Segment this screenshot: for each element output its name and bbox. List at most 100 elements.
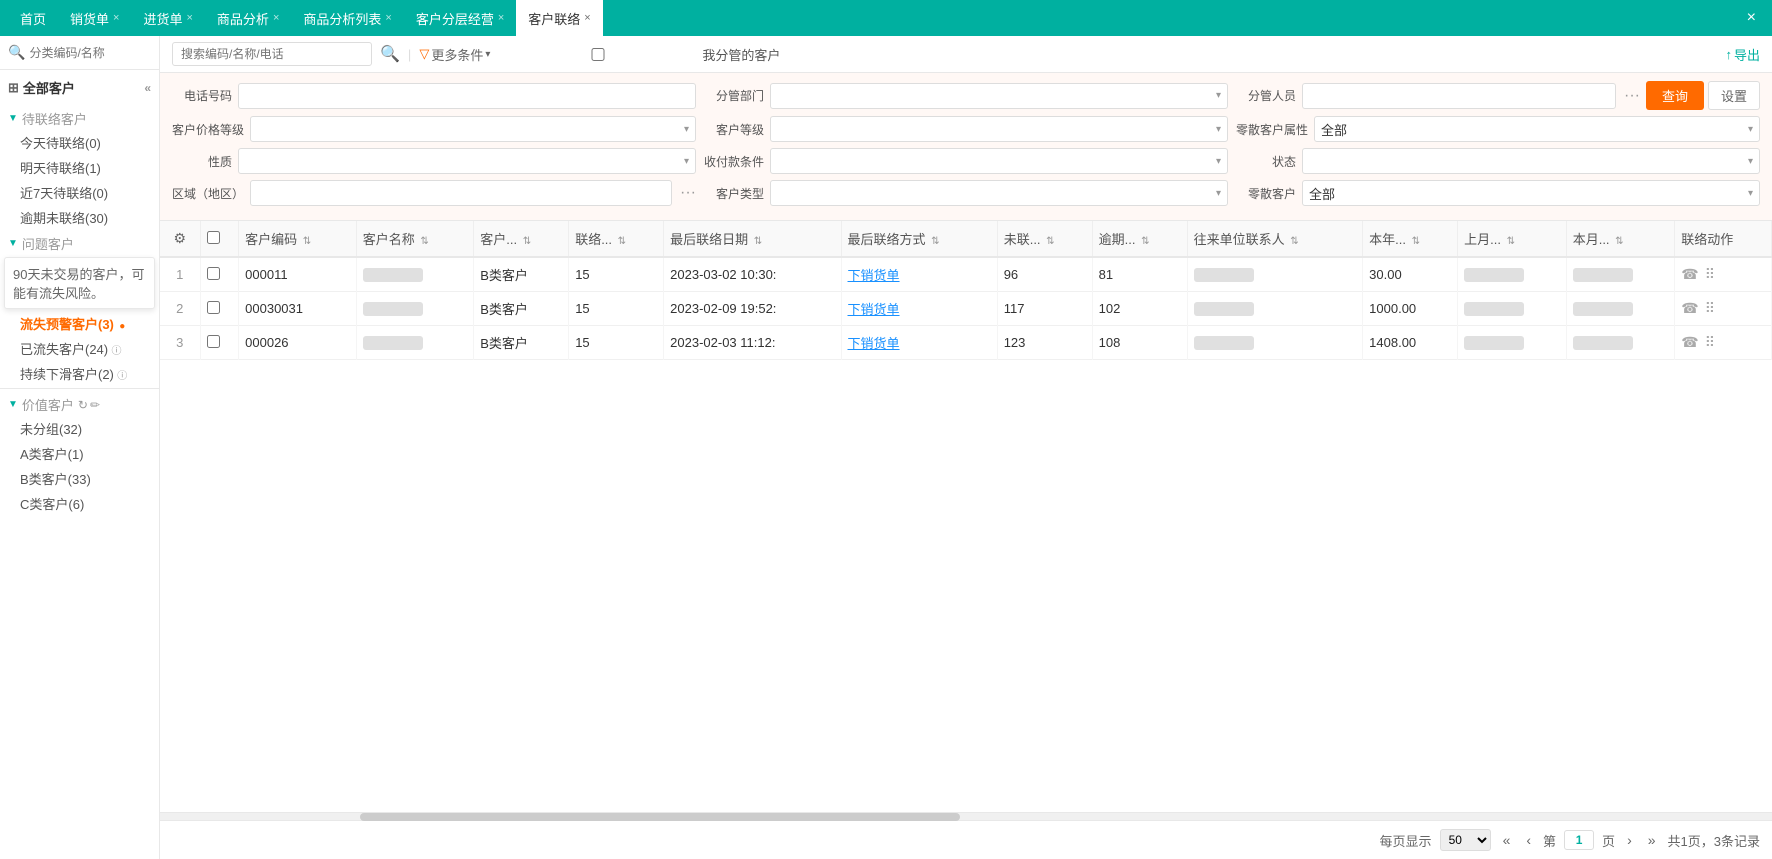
more-icon-2[interactable]: ⠿ (1705, 334, 1715, 351)
col-not-contact[interactable]: 未联... ⇅ (997, 221, 1092, 257)
search-input[interactable] (172, 42, 372, 66)
query-button[interactable]: 查询 (1646, 81, 1704, 110)
col-contact[interactable]: 联络... ⇅ (569, 221, 664, 257)
region-input[interactable] (250, 180, 672, 206)
sidebar-all-customers[interactable]: ⊞ 全部客户 « (0, 70, 159, 105)
dept-select[interactable]: ▾ (770, 83, 1228, 109)
col-this-month[interactable]: 本月... ⇅ (1566, 221, 1675, 257)
cell-last-method[interactable]: 下销货单 (841, 257, 997, 292)
page-input[interactable] (1564, 830, 1594, 850)
close-customer-tier[interactable]: × (498, 12, 504, 24)
status-select[interactable]: ▾ (1302, 148, 1760, 174)
edit-icon[interactable]: ✏ (90, 398, 100, 412)
scroll-thumb[interactable] (360, 813, 960, 821)
close-product-analysis[interactable]: × (273, 12, 279, 24)
contact-icon-1[interactable]: ☎ (1681, 300, 1698, 317)
sidebar-group-pending-contact[interactable]: ▼ 待联络客户 (0, 105, 159, 130)
more-icon-1[interactable]: ⠿ (1705, 300, 1715, 317)
col-this-year[interactable]: 本年... ⇅ (1363, 221, 1458, 257)
nature-select[interactable]: ▾ (238, 148, 696, 174)
phone-input[interactable] (238, 83, 696, 109)
more-icon-0[interactable]: ⠿ (1705, 266, 1715, 283)
sidebar-item-today-contact[interactable]: 今天待联络(0) (0, 130, 159, 155)
col-overdue[interactable]: 逾期... ⇅ (1092, 221, 1187, 257)
my-customers-checkbox[interactable]: 我分管的客户 (498, 45, 780, 64)
sidebar-group-value-customers[interactable]: ▼ 价值客户 ↻ ✏ (0, 391, 159, 416)
contact-icon-0[interactable]: ☎ (1681, 266, 1698, 283)
my-customers-check[interactable] (498, 48, 698, 61)
close-sales-order[interactable]: × (113, 12, 119, 24)
next-page-button[interactable]: › (1623, 830, 1636, 850)
customer-type-label: 客户类型 (704, 185, 764, 202)
row-checkbox-0[interactable] (207, 267, 220, 280)
sidebar-item-7day-contact[interactable]: 近7天待联络(0) (0, 180, 159, 205)
customer-tier-select[interactable]: ▾ (770, 116, 1228, 142)
col-this-year-label: 本年... (1369, 232, 1406, 247)
close-all-button[interactable]: × (1739, 9, 1764, 27)
row-checkbox-2[interactable] (207, 335, 220, 348)
cell-overdue: 81 (1092, 257, 1187, 292)
close-customer-contact[interactable]: × (584, 12, 590, 24)
nav-customer-contact[interactable]: 客户联络 × (516, 0, 602, 36)
refresh-icon[interactable]: ↻ (78, 398, 88, 412)
contact-icon-2[interactable]: ☎ (1681, 334, 1698, 351)
per-page-select[interactable]: 50 100 (1440, 829, 1491, 851)
cell-last-method[interactable]: 下销货单 (841, 326, 997, 360)
cell-contact: 15 (569, 326, 664, 360)
price-tier-select[interactable]: ▾ (250, 116, 696, 142)
more-conditions-toggle[interactable]: ▽ 更多条件 ▾ (419, 45, 490, 64)
col-type[interactable]: 客户... ⇅ (474, 221, 569, 257)
manager-input[interactable] (1302, 83, 1616, 109)
sidebar-item-declining[interactable]: 持续下滑客户(2) ⓘ (0, 361, 159, 386)
sidebar-item-class-c[interactable]: C类客户(6) (0, 491, 159, 516)
region-dots-button[interactable]: ··· (680, 184, 696, 202)
table-header-row: ⚙ 客户编码 ⇅ 客户名称 ⇅ (160, 221, 1772, 257)
cell-last-month (1458, 292, 1567, 326)
payment-select[interactable]: ▾ (770, 148, 1228, 174)
col-type-label: 客户... (480, 232, 517, 247)
customer-type-select[interactable]: ▾ (770, 180, 1228, 206)
cell-not-contact: 96 (997, 257, 1092, 292)
nav-purchase-order[interactable]: 进货单 × (131, 0, 204, 36)
sidebar-item-churned[interactable]: 已流失客户(24) ⓘ (0, 336, 159, 361)
manager-dots-button[interactable]: ··· (1624, 87, 1640, 105)
col-last-method[interactable]: 最后联络方式 ⇅ (841, 221, 997, 257)
prev-page-button[interactable]: ‹ (1522, 830, 1535, 850)
col-last-date[interactable]: 最后联络日期 ⇅ (664, 221, 841, 257)
nav-product-analysis-list[interactable]: 商品分析列表 × (291, 0, 403, 36)
retail-customer-label: 零散客户 (1236, 185, 1296, 202)
sidebar-group-problem-customers[interactable]: ▼ 问题客户 (0, 230, 159, 255)
sidebar-item-overdue-contact[interactable]: 逾期未联络(30) (0, 205, 159, 230)
nav-sales-order[interactable]: 销货单 × (58, 0, 131, 36)
sidebar-item-churn-warning[interactable]: 流失预警客户(3) ● (0, 311, 159, 336)
col-contact-person[interactable]: 往来单位联系人 ⇅ (1187, 221, 1363, 257)
chevron-down-icon: ▾ (485, 49, 490, 60)
first-page-button[interactable]: « (1499, 830, 1515, 850)
nav-product-analysis[interactable]: 商品分析 × (205, 0, 291, 36)
export-button[interactable]: ↑ 导出 (1725, 45, 1760, 64)
settings-button[interactable]: 设置 (1708, 81, 1760, 110)
search-button[interactable]: 🔍 (380, 44, 400, 64)
col-name[interactable]: 客户名称 ⇅ (356, 221, 474, 257)
horizontal-scrollbar[interactable] (160, 812, 1772, 820)
last-page-button[interactable]: » (1644, 830, 1660, 850)
nav-home[interactable]: 首页 (8, 0, 58, 36)
retail-attr-select[interactable]: 全部 ▾ (1314, 116, 1760, 142)
table-row: 3 000026 B类客户 15 2023-02-03 11:12: 下销货单 … (160, 326, 1772, 360)
column-settings-icon[interactable]: ⚙ (173, 230, 186, 246)
sidebar-item-class-a[interactable]: A类客户(1) (0, 441, 159, 466)
col-last-month[interactable]: 上月... ⇅ (1458, 221, 1567, 257)
close-purchase-order[interactable]: × (186, 12, 192, 24)
row-checkbox-1[interactable] (207, 301, 220, 314)
col-code[interactable]: 客户编码 ⇅ (239, 221, 357, 257)
sort-icon-type: ⇅ (523, 236, 531, 247)
retail-customer-select[interactable]: 全部 ▾ (1302, 180, 1760, 206)
nav-customer-tier[interactable]: 客户分层经营 × (404, 0, 516, 36)
sidebar-search-input[interactable] (29, 46, 160, 60)
sidebar-item-class-b[interactable]: B类客户(33) (0, 466, 159, 491)
select-all-checkbox[interactable] (207, 231, 220, 244)
sidebar-item-tomorrow-contact[interactable]: 明天待联络(1) (0, 155, 159, 180)
cell-last-method[interactable]: 下销货单 (841, 292, 997, 326)
sidebar-item-ungrouped[interactable]: 未分组(32) (0, 416, 159, 441)
close-product-analysis-list[interactable]: × (385, 12, 391, 24)
